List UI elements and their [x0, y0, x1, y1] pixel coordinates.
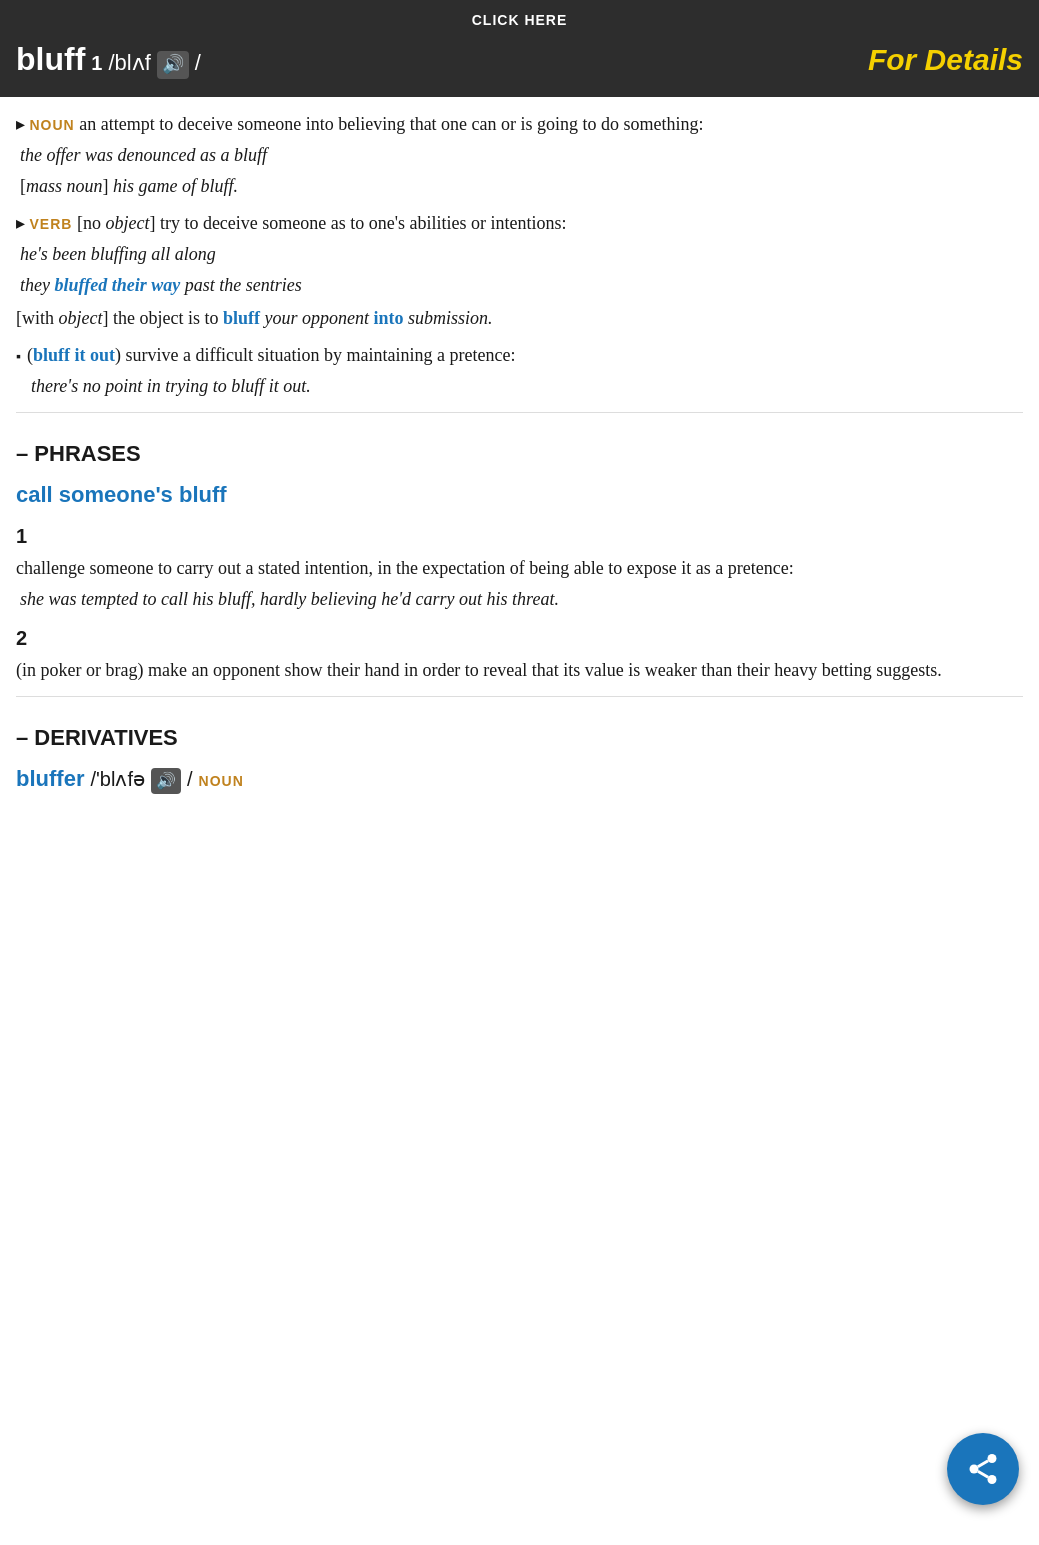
noun-definition-text: an attempt to deceive someone into belie…: [79, 114, 703, 134]
bluffer-speaker-icon: 🔊: [156, 769, 176, 793]
bluffer-pron: /'blʌfə: [90, 764, 145, 794]
item1-example: she was tempted to call his bluff, hardl…: [16, 586, 1023, 613]
verb-example1: he's been bluffing all along: [16, 241, 1023, 268]
verb-label: VERB: [30, 216, 73, 232]
for-details-label[interactable]: For Details: [868, 37, 1023, 82]
triangle-icon-verb: ▸: [16, 213, 30, 233]
dash-phrases: –: [16, 441, 34, 466]
item1-number: 1: [16, 521, 1023, 551]
noun-example1: the offer was denounced as a bluff: [16, 142, 1023, 169]
bluff-it-out-link[interactable]: bluff it out: [33, 345, 115, 365]
svg-line-4: [978, 1461, 988, 1467]
bullet-phrase: ▪ (bluff it out) survive a difficult sit…: [16, 342, 1023, 400]
bullet-phrase-text: (bluff it out) survive a difficult situa…: [27, 342, 516, 400]
content-section: ▸ NOUN an attempt to deceive someone int…: [0, 97, 1039, 815]
derivative-bluffer: bluffer /'blʌfə 🔊 / NOUN: [16, 762, 1023, 795]
bullet-example: there's no point in trying to bluff it o…: [27, 373, 516, 400]
bluff-link1[interactable]: bluff: [223, 308, 260, 328]
click-here-label: CLICK HERE: [16, 10, 1023, 31]
phrases-heading: PHRASES: [34, 441, 140, 466]
call-someones-bluff-link[interactable]: call someone's bluff: [16, 478, 1023, 511]
derivatives-heading: DERIVATIVES: [34, 725, 177, 750]
bluffer-speaker-button[interactable]: 🔊: [151, 768, 181, 794]
phrase-item-2: 2 (in poker or brag) make an opponent sh…: [16, 623, 1023, 684]
word-title: bluff: [16, 35, 85, 83]
triangle-icon: ▸: [16, 114, 30, 134]
verb-example3: [with object] the object is to bluff you…: [16, 305, 1023, 332]
noun-example2: [mass noun] his game of bluff.: [16, 173, 1023, 200]
bluffed-their-way-link[interactable]: bluffed their way: [54, 275, 180, 295]
bluffer-slash: /: [187, 764, 193, 794]
into-link[interactable]: into: [373, 308, 403, 328]
header-left: bluff1 /blʌf 🔊 /: [16, 35, 201, 83]
noun-definition-para: ▸ NOUN an attempt to deceive someone int…: [16, 111, 1023, 138]
speaker-button[interactable]: 🔊: [157, 51, 189, 79]
item1-def: challenge someone to carry out a stated …: [16, 555, 1023, 582]
dash-derivatives: –: [16, 725, 34, 750]
bluffer-pos: NOUN: [199, 771, 244, 792]
header-row: bluff1 /blʌf 🔊 / For Details: [16, 35, 1023, 83]
svg-line-3: [978, 1471, 988, 1477]
speaker-icon: 🔊: [162, 51, 184, 78]
verb-intro-para: ▸ VERB [no object] try to deceive someon…: [16, 210, 1023, 237]
pronunciation: /blʌf: [108, 46, 150, 79]
derivatives-section: – DERIVATIVES: [16, 721, 1023, 754]
verb-intro-text: [no object] try to deceive someone as to…: [77, 213, 567, 233]
svg-point-0: [988, 1454, 997, 1463]
word-superscript: 1: [91, 48, 102, 78]
svg-point-2: [988, 1475, 997, 1484]
verb-block: ▸ VERB [no object] try to deceive someon…: [16, 210, 1023, 400]
phrase-item-1: 1 challenge someone to carry out a state…: [16, 521, 1023, 613]
bluffer-word[interactable]: bluffer: [16, 762, 84, 795]
item2-number: 2: [16, 623, 1023, 653]
slash: /: [195, 46, 201, 79]
noun-block: ▸ NOUN an attempt to deceive someone int…: [16, 111, 1023, 200]
svg-point-1: [970, 1465, 979, 1474]
noun-label: NOUN: [30, 117, 75, 133]
divider1: [16, 412, 1023, 413]
bullet-icon: ▪: [16, 346, 21, 400]
verb-example2: they bluffed their way past the sentries: [16, 272, 1023, 299]
item2-def: (in poker or brag) make an opponent show…: [16, 657, 1023, 684]
phrases-section: – PHRASES: [16, 437, 1023, 470]
divider2: [16, 696, 1023, 697]
share-fab-button[interactable]: [947, 1433, 1019, 1505]
share-icon: [965, 1451, 1001, 1487]
header-section: CLICK HERE bluff1 /blʌf 🔊 / For Details: [0, 0, 1039, 97]
